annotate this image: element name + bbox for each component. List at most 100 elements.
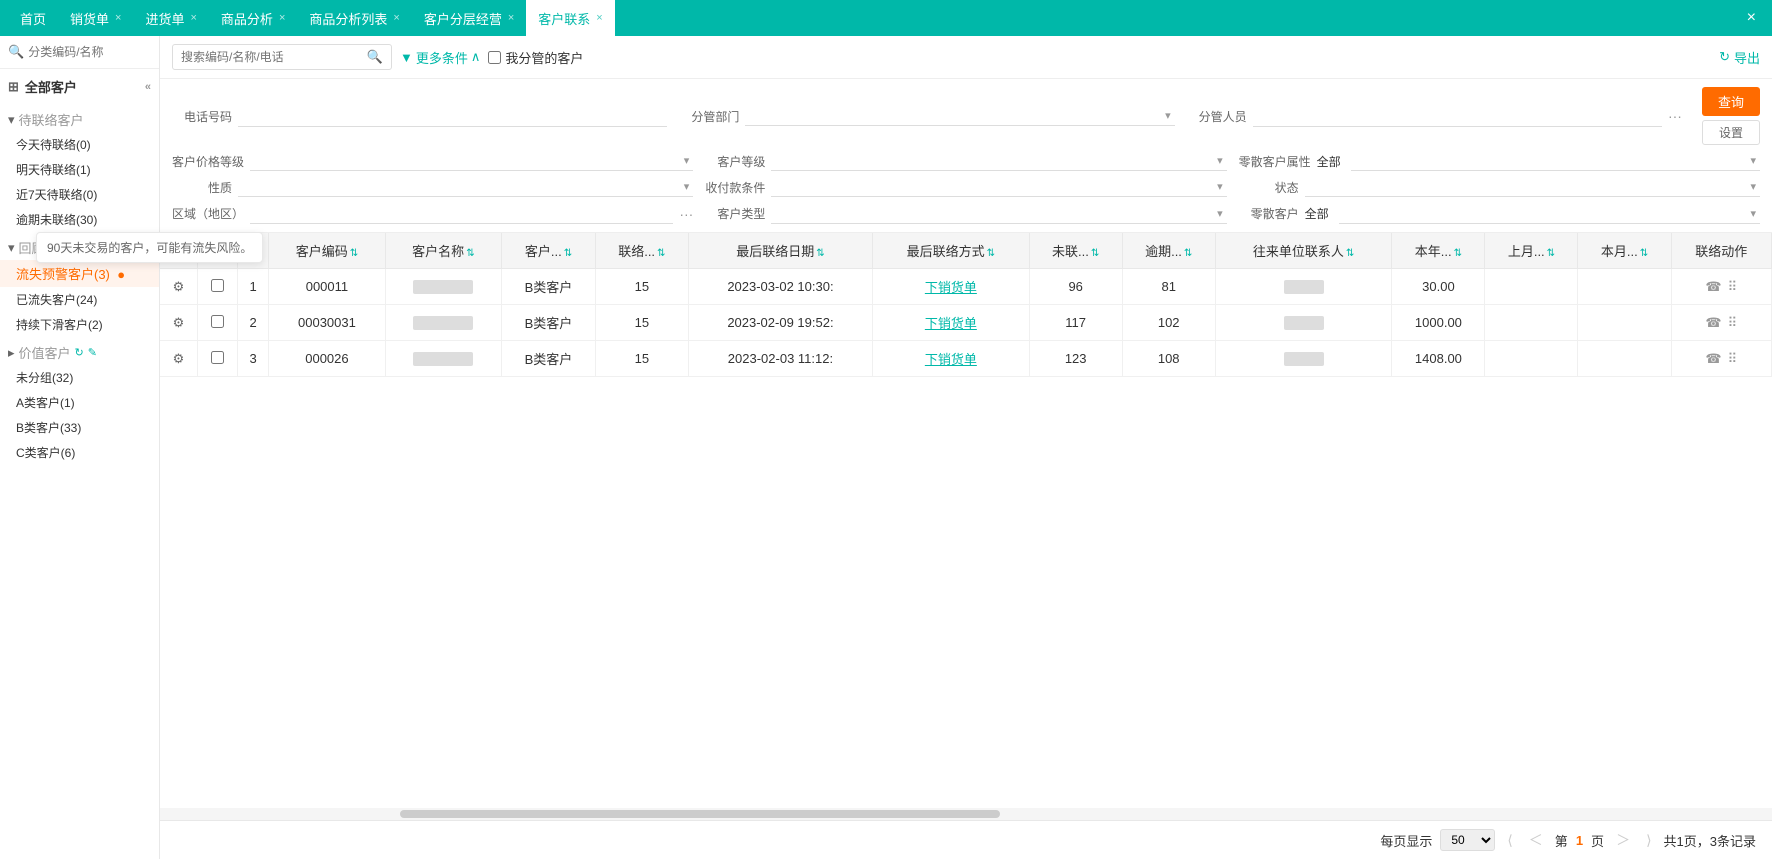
region-input[interactable]: [250, 203, 673, 224]
row-last-contact-method[interactable]: 下销货单: [873, 305, 1030, 341]
this-year-col-header[interactable]: 本年...⇅: [1392, 233, 1485, 269]
phone-input[interactable]: [238, 106, 667, 127]
nav-tab-analysis-list[interactable]: 商品分析列表 ×: [297, 0, 411, 36]
prev-page-button[interactable]: ＜: [1525, 830, 1547, 850]
edit-icon[interactable]: ✎: [88, 346, 97, 359]
nav-tab-customer-contact[interactable]: 客户联系 ×: [526, 0, 614, 36]
sidebar-all-customers[interactable]: ⊞ 全部客户 «: [0, 69, 159, 104]
more-actions-icon[interactable]: ⠿: [1728, 351, 1738, 367]
overdue-col-header[interactable]: 逾期...⇅: [1122, 233, 1215, 269]
settings-button[interactable]: 设置: [1702, 120, 1760, 145]
query-button[interactable]: 查询: [1702, 87, 1760, 116]
customer-level-select[interactable]: ▾: [771, 151, 1226, 171]
last-page-button[interactable]: ⟩: [1642, 832, 1655, 849]
my-customers-checkbox[interactable]: 我分管的客户: [488, 48, 583, 67]
close-icon[interactable]: ×: [596, 12, 602, 24]
payment-select[interactable]: ▾: [771, 177, 1226, 197]
sidebar-item-a-class[interactable]: A类客户(1): [0, 390, 159, 415]
contact-method-link[interactable]: 下销货单: [925, 352, 977, 367]
row-last-contact-method[interactable]: 下销货单: [873, 341, 1030, 377]
customer-type-select[interactable]: ▾: [771, 204, 1226, 224]
sidebar-item-declining[interactable]: 持续下滑客户(2): [0, 312, 159, 337]
nav-tab-customer-tier[interactable]: 客户分层经营 ×: [412, 0, 526, 36]
nav-tab-purchase[interactable]: 进货单 ×: [133, 0, 208, 36]
close-icon[interactable]: ×: [115, 12, 121, 24]
close-icon[interactable]: ×: [508, 12, 514, 24]
horizontal-scrollbar[interactable]: [160, 808, 1772, 820]
export-button[interactable]: ↻ 导出: [1719, 48, 1760, 67]
sidebar-item-churned[interactable]: 已流失客户(24): [0, 287, 159, 312]
nav-tab-analysis[interactable]: 商品分析 ×: [209, 0, 297, 36]
sidebar-item-overdue[interactable]: 逾期未联络(30): [0, 207, 159, 232]
sidebar-search-input[interactable]: [28, 45, 151, 59]
more-icon[interactable]: ···: [1668, 108, 1682, 124]
more-icon[interactable]: ···: [679, 206, 693, 222]
sidebar-item-churn-warning[interactable]: 流失预警客户(3) ●: [0, 260, 159, 287]
contact-icon[interactable]: ☎: [1705, 315, 1721, 331]
last-contact-date-col-header[interactable]: 最后联络日期⇅: [688, 233, 872, 269]
name-col-header[interactable]: 客户名称⇅: [385, 233, 501, 269]
row-checkbox[interactable]: [197, 341, 237, 377]
uncontacted-col-header[interactable]: 未联...⇅: [1029, 233, 1122, 269]
price-level-select[interactable]: ▾: [250, 151, 693, 171]
more-actions-icon[interactable]: ⠿: [1728, 279, 1738, 295]
row-this-month: [1578, 269, 1671, 305]
sidebar-item-b-class[interactable]: B类客户(33): [0, 415, 159, 440]
type-col-header[interactable]: 客户...⇅: [502, 233, 596, 269]
sidebar-item-7days[interactable]: 近7天待联络(0): [0, 182, 159, 207]
code-col-header[interactable]: 客户编码⇅: [269, 233, 385, 269]
sidebar-item-c-class[interactable]: C类客户(6): [0, 440, 159, 465]
zero-attr-select[interactable]: ▾: [1351, 151, 1760, 171]
sidebar-item-today[interactable]: 今天待联络(0): [0, 132, 159, 157]
nature-select[interactable]: ▾: [238, 177, 693, 197]
row-checkbox[interactable]: [197, 305, 237, 341]
next-page-button[interactable]: ＞: [1612, 830, 1634, 850]
sort-icon: ⇅: [350, 248, 358, 259]
my-customers-check[interactable]: [488, 51, 501, 64]
sidebar-search-box[interactable]: 🔍: [0, 36, 159, 69]
row-last-contact-method[interactable]: 下销货单: [873, 269, 1030, 305]
zero-customer-select[interactable]: ▾: [1339, 204, 1760, 224]
table-row: ⚙ 2 00030031 B类客户 15 2023-02-09 19:52: 下…: [160, 305, 1772, 341]
first-page-button[interactable]: ⟨: [1503, 832, 1516, 849]
filter-toggle-button[interactable]: ▼ 更多条件 ∧: [400, 48, 480, 67]
page-size-select[interactable]: 50 100: [1440, 829, 1495, 851]
contact-col-header[interactable]: 联络...⇅: [595, 233, 688, 269]
top-nav: 首页 销货单 × 进货单 × 商品分析 × 商品分析列表 × 客户分层经营 × …: [0, 0, 1772, 36]
refresh-icon[interactable]: ↻: [75, 346, 84, 359]
row-check[interactable]: [211, 315, 224, 328]
close-all-button[interactable]: ×: [1739, 9, 1764, 27]
last-contact-method-col-header[interactable]: 最后联络方式⇅: [873, 233, 1030, 269]
contact-icon[interactable]: ☎: [1705, 279, 1721, 295]
row-settings[interactable]: ⚙: [160, 341, 197, 377]
row-checkbox[interactable]: [197, 269, 237, 305]
contact-person-col-header[interactable]: 往来单位联系人⇅: [1215, 233, 1392, 269]
contact-method-link[interactable]: 下销货单: [925, 316, 977, 331]
nav-tab-sales[interactable]: 销货单 ×: [58, 0, 133, 36]
collapse-icon[interactable]: «: [145, 81, 151, 93]
this-month-col-header[interactable]: 本月...⇅: [1578, 233, 1671, 269]
close-icon[interactable]: ×: [279, 12, 285, 24]
row-settings[interactable]: ⚙: [160, 269, 197, 305]
toolbar-search-input[interactable]: [181, 50, 367, 64]
row-check[interactable]: [211, 351, 224, 364]
sidebar-item-ungrouped[interactable]: 未分组(32): [0, 365, 159, 390]
row-action: ☎ ⠿: [1671, 341, 1772, 377]
manager-input[interactable]: [1253, 106, 1662, 127]
dept-select[interactable]: ▾: [745, 106, 1174, 126]
row-settings[interactable]: ⚙: [160, 305, 197, 341]
more-actions-icon[interactable]: ⠿: [1728, 315, 1738, 331]
row-code: 000011: [269, 269, 385, 305]
row-check[interactable]: [211, 279, 224, 292]
last-month-col-header[interactable]: 上月...⇅: [1485, 233, 1578, 269]
toolbar-search-box[interactable]: 🔍: [172, 44, 392, 70]
nav-home[interactable]: 首页: [8, 0, 58, 36]
scrollbar-thumb[interactable]: [400, 810, 1000, 818]
contact-method-link[interactable]: 下销货单: [925, 280, 977, 295]
filter-row-3: 性质 ▾ 收付款条件 ▾ 状态: [172, 177, 1760, 197]
close-icon[interactable]: ×: [190, 12, 196, 24]
status-select[interactable]: ▾: [1305, 177, 1760, 197]
contact-icon[interactable]: ☎: [1705, 351, 1721, 367]
close-icon[interactable]: ×: [393, 12, 399, 24]
sidebar-item-tomorrow[interactable]: 明天待联络(1): [0, 157, 159, 182]
